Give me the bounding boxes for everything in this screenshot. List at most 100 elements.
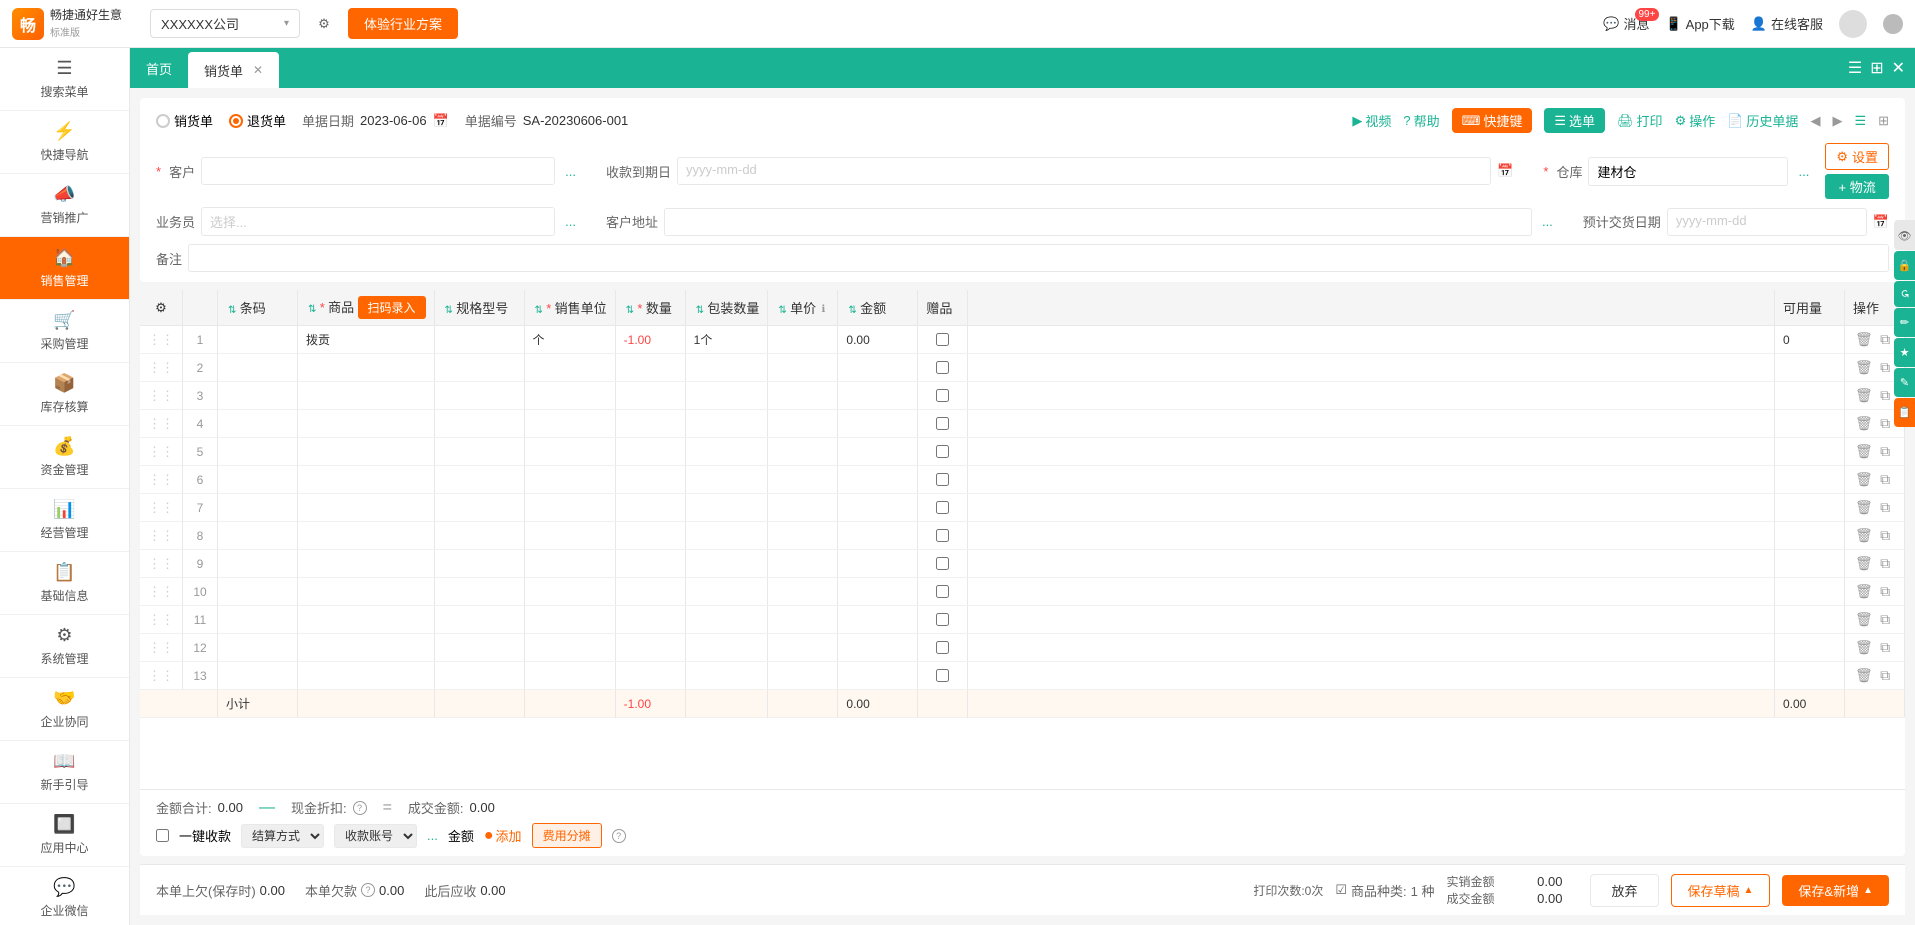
gift-checkbox[interactable] [936, 361, 949, 374]
delete-row-btn[interactable]: 🗑 [1855, 499, 1873, 515]
gift-checkbox[interactable] [936, 613, 949, 626]
settlement-account-select[interactable]: 收款账号 [334, 824, 417, 848]
row-gift[interactable] [918, 326, 968, 354]
row-operations[interactable]: 🗑 ⧉ [1845, 494, 1905, 522]
row-qty[interactable] [615, 578, 685, 606]
row-product[interactable] [298, 578, 435, 606]
radio-sales[interactable]: 销货单 [156, 111, 213, 130]
delete-row-btn[interactable]: 🗑 [1855, 331, 1873, 347]
copy-row-btn[interactable]: ⧉ [1880, 331, 1890, 347]
delete-row-btn[interactable]: 🗑 [1855, 443, 1873, 459]
radio-return[interactable]: 退货单 [229, 111, 286, 130]
account-dots-btn[interactable]: ... [427, 828, 438, 843]
row-spec[interactable] [434, 522, 524, 550]
scan-barcode-btn[interactable]: 扫码录入 [358, 296, 426, 319]
row-qty[interactable] [615, 382, 685, 410]
th-spec-sort-icon[interactable]: ⇅ [445, 305, 453, 316]
row-amount[interactable] [838, 494, 918, 522]
cash-discount-help-icon[interactable]: ? [353, 801, 367, 815]
row-barcode[interactable] [218, 466, 298, 494]
row-price[interactable] [768, 522, 838, 550]
row-barcode[interactable] [218, 494, 298, 522]
row-product[interactable] [298, 550, 435, 578]
product-type-checkbox-icon[interactable]: ☑ [1335, 882, 1347, 898]
copy-row-btn[interactable]: ⧉ [1880, 415, 1890, 431]
row-gift[interactable] [918, 410, 968, 438]
app-download-btn[interactable]: 📱 App下载 [1665, 14, 1734, 33]
row-drag-handle[interactable]: ⋮⋮ [140, 494, 183, 522]
gift-checkbox[interactable] [936, 473, 949, 486]
notes-input[interactable] [188, 244, 1889, 272]
float-feedback-btn[interactable]: 📋 [1894, 398, 1915, 427]
row-gift[interactable] [918, 382, 968, 410]
delete-row-btn[interactable]: 🗑 [1855, 527, 1873, 543]
print-link[interactable]: 🖨 打印 [1617, 111, 1663, 130]
row-amount[interactable]: 0.00 [838, 326, 918, 354]
delete-row-btn[interactable]: 🗑 [1855, 611, 1873, 627]
column-settings-icon[interactable]: ⚙ [155, 300, 167, 315]
history-link[interactable]: 📄 历史单据 [1727, 111, 1798, 130]
history-prev-icon[interactable]: ◀ [1810, 113, 1820, 129]
tab-view-grid-icon[interactable]: ⊞ [1870, 58, 1883, 78]
row-amount[interactable] [838, 634, 918, 662]
row-barcode[interactable] [218, 438, 298, 466]
row-operations[interactable]: 🗑 ⧉ [1845, 550, 1905, 578]
float-eye-btn[interactable]: 👁 [1894, 220, 1915, 250]
row-amount[interactable] [838, 354, 918, 382]
delete-row-btn[interactable]: 🗑 [1855, 471, 1873, 487]
row-drag-handle[interactable]: ⋮⋮ [140, 662, 183, 690]
save-draft-button[interactable]: 保存草稿 ▲ [1671, 874, 1771, 907]
expense-help-icon[interactable]: ? [612, 829, 626, 843]
row-gift[interactable] [918, 606, 968, 634]
customer-input[interactable] [201, 157, 555, 185]
row-unit[interactable] [524, 438, 615, 466]
row-amount[interactable] [838, 410, 918, 438]
row-spec[interactable] [434, 326, 524, 354]
address-dots-btn[interactable]: ... [1542, 214, 1553, 229]
expected-date-input[interactable]: yyyy-mm-dd [1667, 208, 1867, 236]
row-operations[interactable]: 🗑 ⧉ [1845, 522, 1905, 550]
user-avatar[interactable] [1839, 10, 1867, 38]
row-drag-handle[interactable]: ⋮⋮ [140, 578, 183, 606]
row-spec[interactable] [434, 438, 524, 466]
sidebar-item-inventory[interactable]: 📦 库存核算 [0, 363, 129, 426]
row-spec[interactable] [434, 466, 524, 494]
expense-split-btn[interactable]: 费用分摊 [532, 823, 602, 848]
row-unit[interactable] [524, 550, 615, 578]
tab-close-all-icon[interactable]: ✕ [1892, 58, 1905, 78]
row-price[interactable] [768, 550, 838, 578]
row-unit[interactable] [524, 494, 615, 522]
delete-row-btn[interactable]: 🗑 [1855, 359, 1873, 375]
one-click-payment-checkbox[interactable] [156, 829, 169, 842]
gift-checkbox[interactable] [936, 529, 949, 542]
th-price-sort-icon[interactable]: ⇅ [778, 305, 786, 316]
operation-link[interactable]: ⚙ 操作 [1675, 111, 1716, 130]
gift-checkbox[interactable] [936, 501, 949, 514]
row-pkg-qty[interactable] [685, 550, 768, 578]
row-unit[interactable] [524, 522, 615, 550]
sidebar-item-enterprise[interactable]: 🤝 企业协同 [0, 678, 129, 741]
row-price[interactable] [768, 438, 838, 466]
row-amount[interactable] [838, 578, 918, 606]
row-amount[interactable] [838, 522, 918, 550]
row-qty[interactable] [615, 410, 685, 438]
online-service-btn[interactable]: 👤 在线客服 [1751, 14, 1823, 33]
th-unit-sort-icon[interactable]: ⇅ [535, 305, 543, 316]
salesperson-input[interactable]: 选择... [201, 207, 555, 236]
row-product[interactable] [298, 438, 435, 466]
row-price[interactable] [768, 606, 838, 634]
customer-dots-btn[interactable]: ... [565, 164, 576, 179]
row-price[interactable] [768, 410, 838, 438]
copy-row-btn[interactable]: ⧉ [1880, 667, 1890, 683]
row-drag-handle[interactable]: ⋮⋮ [140, 550, 183, 578]
row-amount[interactable] [838, 662, 918, 690]
row-product[interactable] [298, 410, 435, 438]
sidebar-item-marketing[interactable]: 📣 营销推广 [0, 174, 129, 237]
copy-row-btn[interactable]: ⧉ [1880, 359, 1890, 375]
row-pkg-qty[interactable] [685, 662, 768, 690]
row-gift[interactable] [918, 466, 968, 494]
row-drag-handle[interactable]: ⋮⋮ [140, 634, 183, 662]
table-scroll[interactable]: ⚙ ⇅ 条码 ⇅ * 商品 [140, 290, 1905, 789]
sidebar-item-sales[interactable]: 🏠 销售管理 [0, 237, 129, 300]
sidebar-item-purchase[interactable]: 🛒 采购管理 [0, 300, 129, 363]
